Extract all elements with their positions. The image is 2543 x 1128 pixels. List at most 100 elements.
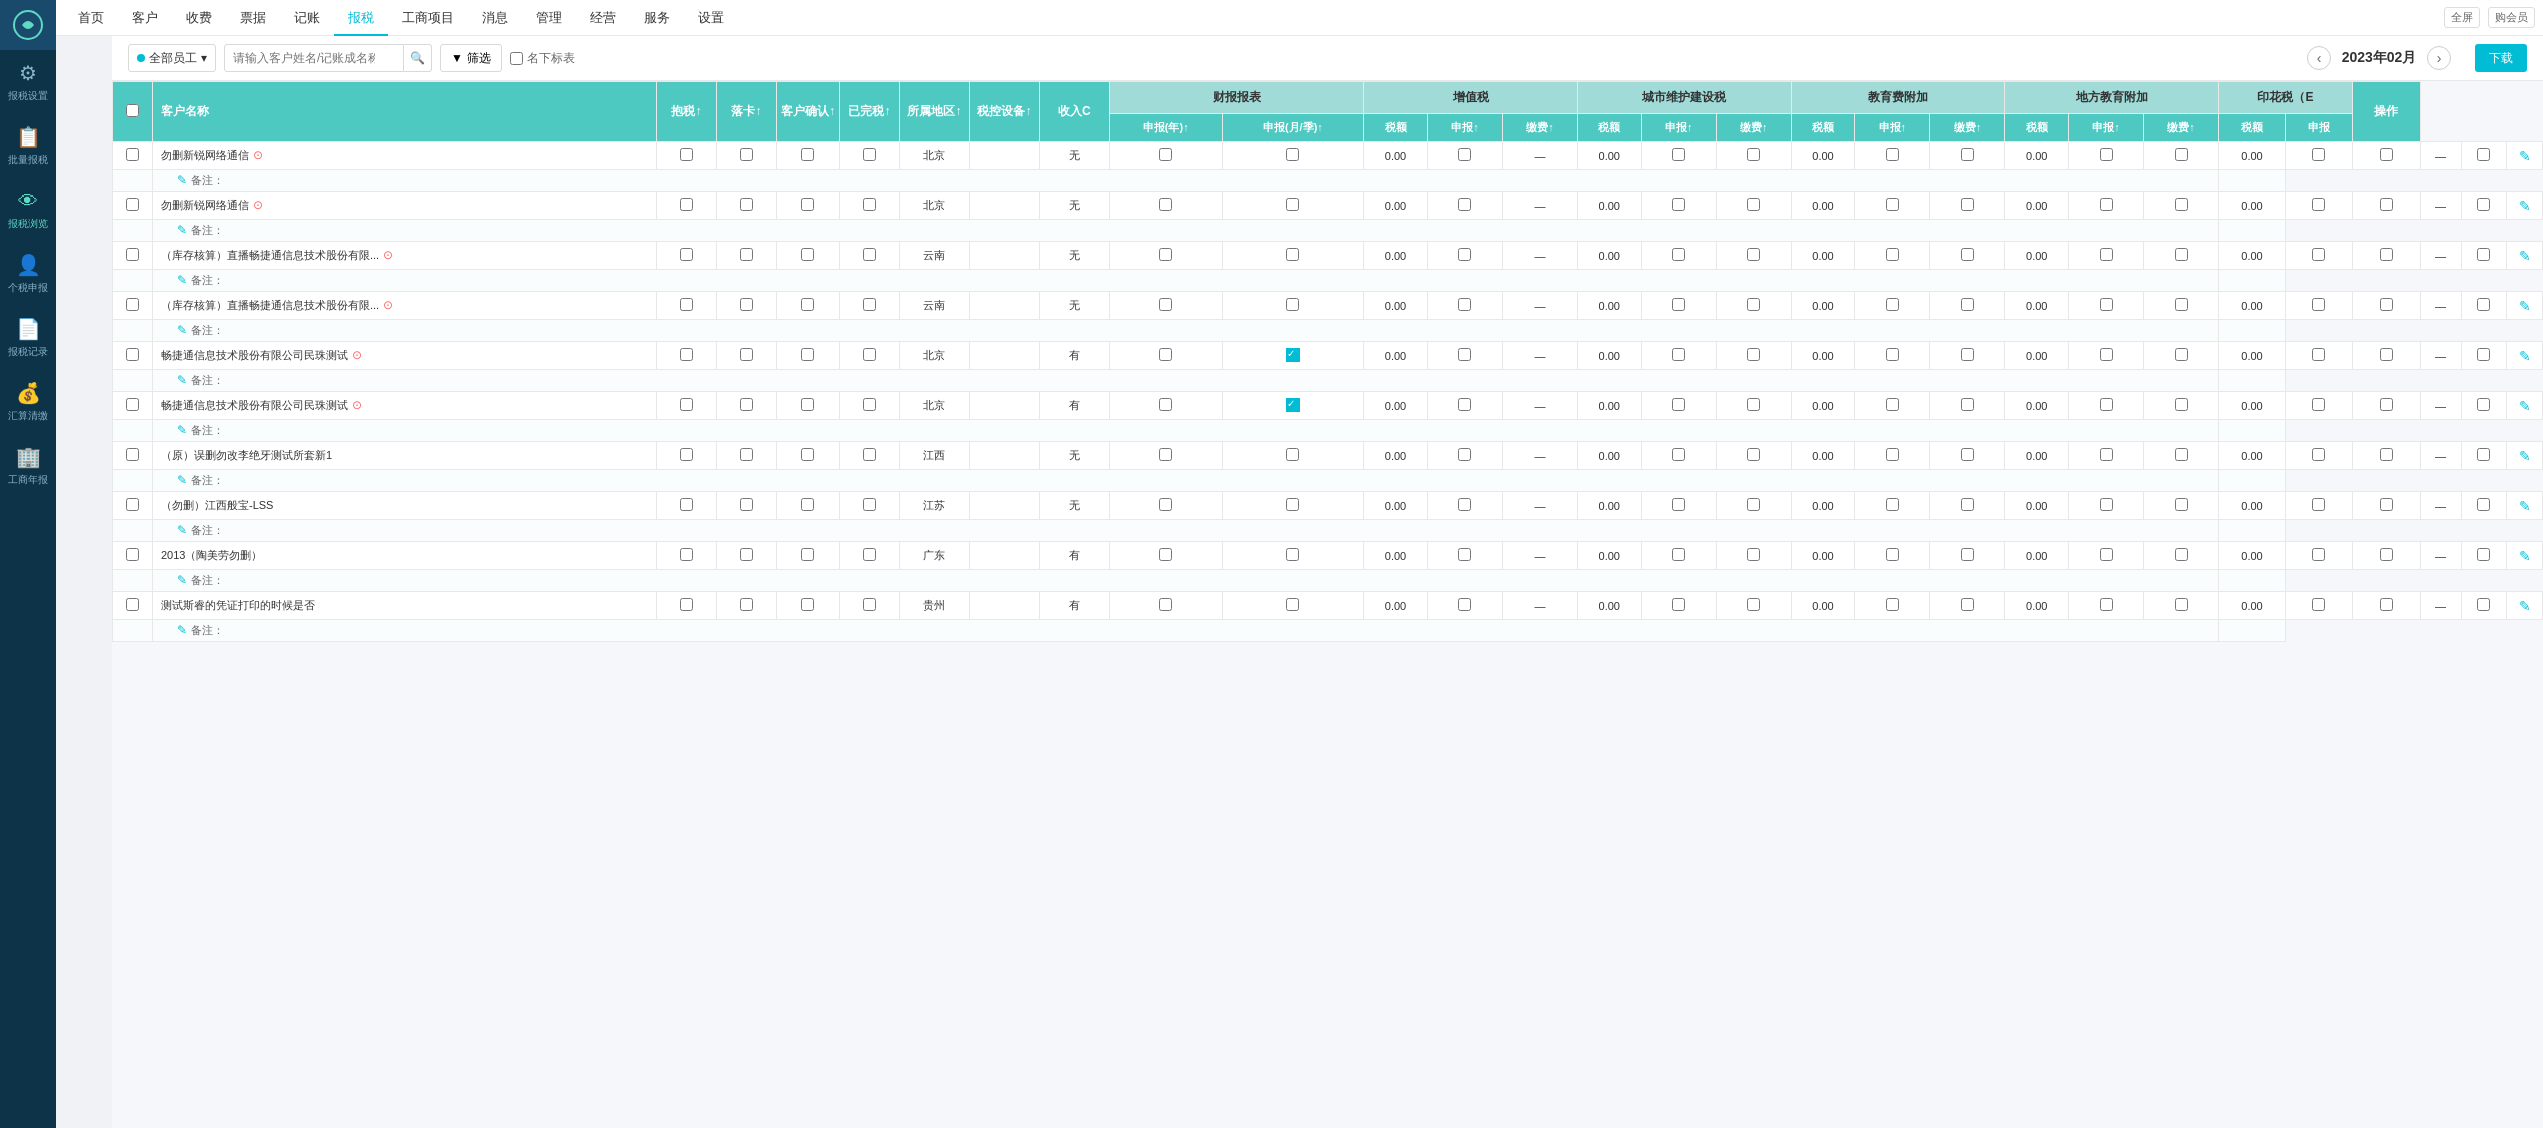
jiaoyu-sbao-cb[interactable] [2100, 198, 2113, 211]
difang-sbao-cb[interactable] [2312, 498, 2325, 511]
difang-sbao-cb[interactable] [2312, 398, 2325, 411]
row-checkbox[interactable] [126, 298, 139, 311]
yibao-cb[interactable] [863, 448, 876, 461]
next-month-button[interactable]: › [2427, 46, 2451, 70]
zenghui-jf2-cb[interactable] [1747, 198, 1760, 211]
edit-icon[interactable]: ✎ [2519, 548, 2531, 564]
starred-checkbox[interactable] [510, 52, 523, 65]
edit-icon[interactable]: ✎ [2519, 148, 2531, 164]
row-checkbox[interactable] [126, 198, 139, 211]
luka-cb[interactable] [740, 398, 753, 411]
chengshi-jf-cb[interactable] [1961, 248, 1974, 261]
luka-cb[interactable] [740, 248, 753, 261]
yinshua-sbao-cb[interactable] [2477, 198, 2490, 211]
sidebar-item-geshui-shenbao[interactable]: 👤 个税申报 [0, 242, 56, 306]
yinshua-sbao-cb[interactable] [2477, 398, 2490, 411]
jiaoyu-jf-cb[interactable] [2175, 448, 2188, 461]
cbaoshui-cb[interactable] [680, 598, 693, 611]
difang-jf-cb[interactable] [2380, 148, 2393, 161]
row-checkbox[interactable] [126, 548, 139, 561]
nav-accounting[interactable]: 记账 [280, 0, 334, 36]
yibao-cb[interactable] [863, 248, 876, 261]
cbaoshui-cb[interactable] [680, 248, 693, 261]
jiaoyu-sbao-cb[interactable] [2100, 148, 2113, 161]
jiaoyu-jf-cb[interactable] [2175, 548, 2188, 561]
caibao-yue-cb[interactable] [1286, 548, 1299, 561]
caibao-yue-cb[interactable] [1286, 448, 1299, 461]
yibao-cb[interactable] [863, 498, 876, 511]
jiaoyu-sbao-cb[interactable] [2100, 398, 2113, 411]
chengshi-sbao-cb[interactable] [1886, 448, 1899, 461]
edit-icon[interactable]: ✎ [2519, 298, 2531, 314]
chengshi-sbao-cb[interactable] [1886, 348, 1899, 361]
nav-industrial[interactable]: 工商项目 [388, 0, 468, 36]
chengshi-sbao-cb[interactable] [1886, 598, 1899, 611]
cbaoshui-cb[interactable] [680, 498, 693, 511]
yibao-cb[interactable] [863, 298, 876, 311]
caibao-nian-cb[interactable] [1159, 598, 1172, 611]
edit-icon[interactable]: ✎ [2519, 498, 2531, 514]
difang-sbao-cb[interactable] [2312, 598, 2325, 611]
chengshi-jf-cb[interactable] [1961, 298, 1974, 311]
edit-icon[interactable]: ✎ [2519, 398, 2531, 414]
zenghui-sbao2-cb[interactable] [1672, 198, 1685, 211]
chengshi-sbao-cb[interactable] [1886, 148, 1899, 161]
nav-message[interactable]: 消息 [468, 0, 522, 36]
zenghui-sbao-cb[interactable] [1458, 248, 1471, 261]
difang-jf-cb[interactable] [2380, 448, 2393, 461]
chengshi-jf-cb[interactable] [1961, 148, 1974, 161]
sidebar-item-baoshui-shezhi[interactable]: ⚙ 报税设置 [0, 50, 56, 114]
zenghui-sbao-cb[interactable] [1458, 498, 1471, 511]
zenghui-sbao-cb[interactable] [1458, 148, 1471, 161]
chengshi-jf-cb[interactable] [1961, 348, 1974, 361]
cbaoshui-cb[interactable] [680, 298, 693, 311]
zenghui-sbao-cb[interactable] [1458, 198, 1471, 211]
caibao-yue-cb[interactable] [1286, 248, 1299, 261]
jiaoyu-jf-cb[interactable] [2175, 398, 2188, 411]
nav-home[interactable]: 首页 [64, 0, 118, 36]
zenghui-jf2-cb[interactable] [1747, 248, 1760, 261]
zenghui-sbao2-cb[interactable] [1672, 598, 1685, 611]
edit-icon[interactable]: ✎ [2519, 448, 2531, 464]
luka-cb[interactable] [740, 548, 753, 561]
edit-icon[interactable]: ✎ [2519, 598, 2531, 614]
yinshua-sbao-cb[interactable] [2477, 348, 2490, 361]
cbaoshui-cb[interactable] [680, 148, 693, 161]
cbaoshui-cb[interactable] [680, 348, 693, 361]
nav-service[interactable]: 服务 [630, 0, 684, 36]
zenghui-sbao2-cb[interactable] [1672, 348, 1685, 361]
sidebar-item-baoshui-jilu[interactable]: 📄 报税记录 [0, 306, 56, 370]
nav-tax[interactable]: 报税 [334, 0, 388, 36]
luka-cb[interactable] [740, 348, 753, 361]
zenghui-sbao2-cb[interactable] [1672, 498, 1685, 511]
jiaoyu-sbao-cb[interactable] [2100, 348, 2113, 361]
difang-sbao-cb[interactable] [2312, 348, 2325, 361]
jiaoyu-sbao-cb[interactable] [2100, 498, 2113, 511]
kehuqueren-cb[interactable] [801, 548, 814, 561]
row-checkbox[interactable] [126, 498, 139, 511]
nav-invoice[interactable]: 票据 [226, 0, 280, 36]
jiaoyu-sbao-cb[interactable] [2100, 248, 2113, 261]
chengshi-sbao-cb[interactable] [1886, 548, 1899, 561]
luka-cb[interactable] [740, 298, 753, 311]
row-checkbox[interactable] [126, 598, 139, 611]
fullscreen-button[interactable]: 全屏 [2444, 7, 2480, 28]
difang-jf-cb[interactable] [2380, 548, 2393, 561]
jiaoyu-jf-cb[interactable] [2175, 298, 2188, 311]
yibao-cb[interactable] [863, 148, 876, 161]
edit-icon[interactable]: ✎ [2519, 348, 2531, 364]
kehuqueren-cb[interactable] [801, 148, 814, 161]
zenghui-sbao2-cb[interactable] [1672, 148, 1685, 161]
difang-sbao-cb[interactable] [2312, 298, 2325, 311]
luka-cb[interactable] [740, 198, 753, 211]
yinshua-sbao-cb[interactable] [2477, 498, 2490, 511]
caibao-nian-cb[interactable] [1159, 148, 1172, 161]
cbaoshui-cb[interactable] [680, 548, 693, 561]
kehuqueren-cb[interactable] [801, 448, 814, 461]
luka-cb[interactable] [740, 498, 753, 511]
kehuqueren-cb[interactable] [801, 498, 814, 511]
caibao-nian-cb[interactable] [1159, 448, 1172, 461]
caibao-nian-cb[interactable] [1159, 248, 1172, 261]
yinshua-sbao-cb[interactable] [2477, 298, 2490, 311]
row-checkbox[interactable] [126, 148, 139, 161]
